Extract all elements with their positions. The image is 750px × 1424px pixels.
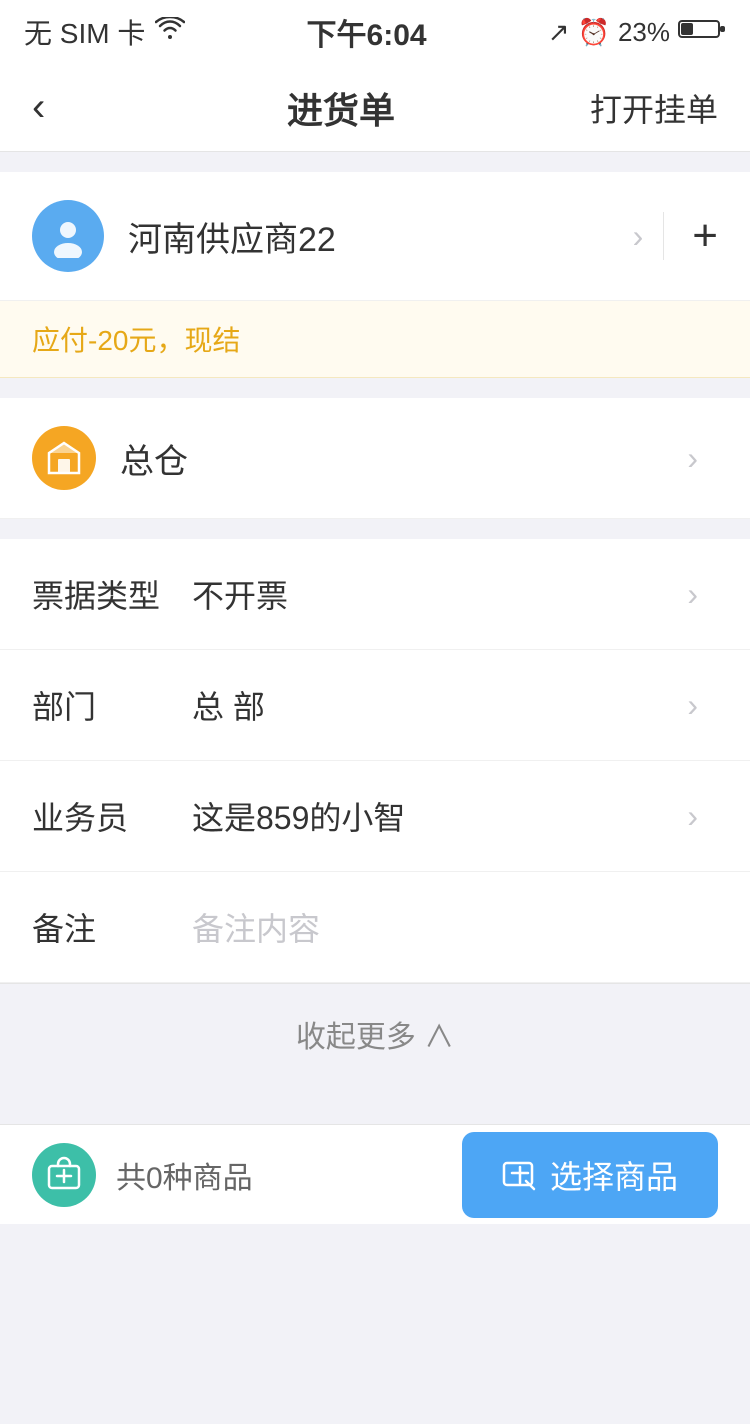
battery-icon — [678, 17, 726, 48]
status-right: ↗ ⏰ 23% — [548, 17, 726, 48]
department-value: 总 部 — [172, 682, 687, 728]
select-product-icon — [502, 1157, 538, 1193]
invoice-chevron-icon: › — [687, 576, 698, 613]
warehouse-icon — [32, 426, 96, 490]
supplier-chevron-icon: › — [633, 218, 644, 255]
supplier-row[interactable]: 河南供应商22 › + — [0, 172, 750, 301]
nav-bar: ‹ 进货单 打开挂单 — [0, 64, 750, 152]
warehouse-chevron-icon: › — [687, 440, 698, 477]
back-button[interactable]: ‹ — [32, 85, 92, 130]
warehouse-row[interactable]: 总仓 › — [0, 398, 750, 519]
warehouse-section: 总仓 › — [0, 398, 750, 519]
remark-row[interactable]: 备注 备注内容 — [0, 872, 750, 983]
section-gap-2 — [0, 378, 750, 398]
product-count-text: 共0种商品 — [116, 1153, 462, 1197]
supplier-section: 河南供应商22 › + 应付-20元，现结 — [0, 172, 750, 378]
carrier-text: 无 SIM 卡 — [24, 12, 145, 52]
form-section: 票据类型 不开票 › 部门 总 部 › 业务员 这是859的小智 › 备注 备注… — [0, 539, 750, 1084]
select-product-label: 选择商品 — [550, 1152, 678, 1198]
add-supplier-button[interactable]: + — [692, 214, 718, 258]
department-chevron-icon: › — [687, 687, 698, 724]
invoice-type-label: 票据类型 — [32, 571, 172, 617]
page-title: 进货单 — [287, 82, 395, 134]
section-gap-3 — [0, 519, 750, 539]
salesperson-label: 业务员 — [32, 793, 172, 839]
status-bar: 无 SIM 卡 下午6:04 ↗ ⏰ 23% — [0, 0, 750, 64]
department-label: 部门 — [32, 682, 172, 728]
invoice-type-row[interactable]: 票据类型 不开票 › — [0, 539, 750, 650]
status-time: 下午6:04 — [307, 10, 427, 54]
alarm-icon: ⏰ — [578, 17, 610, 48]
notice-bar: 应付-20元，现结 — [0, 301, 750, 378]
department-row[interactable]: 部门 总 部 › — [0, 650, 750, 761]
battery-text: 23% — [618, 17, 670, 48]
open-pending-button[interactable]: 打开挂单 — [590, 85, 718, 131]
select-product-button[interactable]: 选择商品 — [462, 1132, 718, 1218]
invoice-type-value: 不开票 — [172, 571, 687, 617]
vertical-divider — [663, 212, 664, 260]
section-gap-4 — [0, 1084, 750, 1104]
wifi-icon — [155, 16, 185, 48]
gray-background — [0, 1224, 750, 1424]
notice-text: 应付-20元，现结 — [32, 325, 240, 356]
remark-input[interactable]: 备注内容 — [172, 904, 718, 950]
salesperson-value: 这是859的小智 — [172, 793, 687, 839]
supplier-name: 河南供应商22 — [128, 212, 633, 261]
collapse-button[interactable]: 收起更多 ∧ — [0, 983, 750, 1084]
location-icon: ↗ — [548, 17, 570, 48]
bottom-bar: 共0种商品 选择商品 — [0, 1124, 750, 1224]
product-count-icon — [32, 1143, 96, 1207]
remark-label: 备注 — [32, 904, 172, 950]
salesperson-chevron-icon: › — [687, 798, 698, 835]
supplier-avatar — [32, 200, 104, 272]
status-left: 无 SIM 卡 — [24, 12, 185, 52]
section-gap-1 — [0, 152, 750, 172]
warehouse-name: 总仓 — [120, 434, 687, 483]
salesperson-row[interactable]: 业务员 这是859的小智 › — [0, 761, 750, 872]
